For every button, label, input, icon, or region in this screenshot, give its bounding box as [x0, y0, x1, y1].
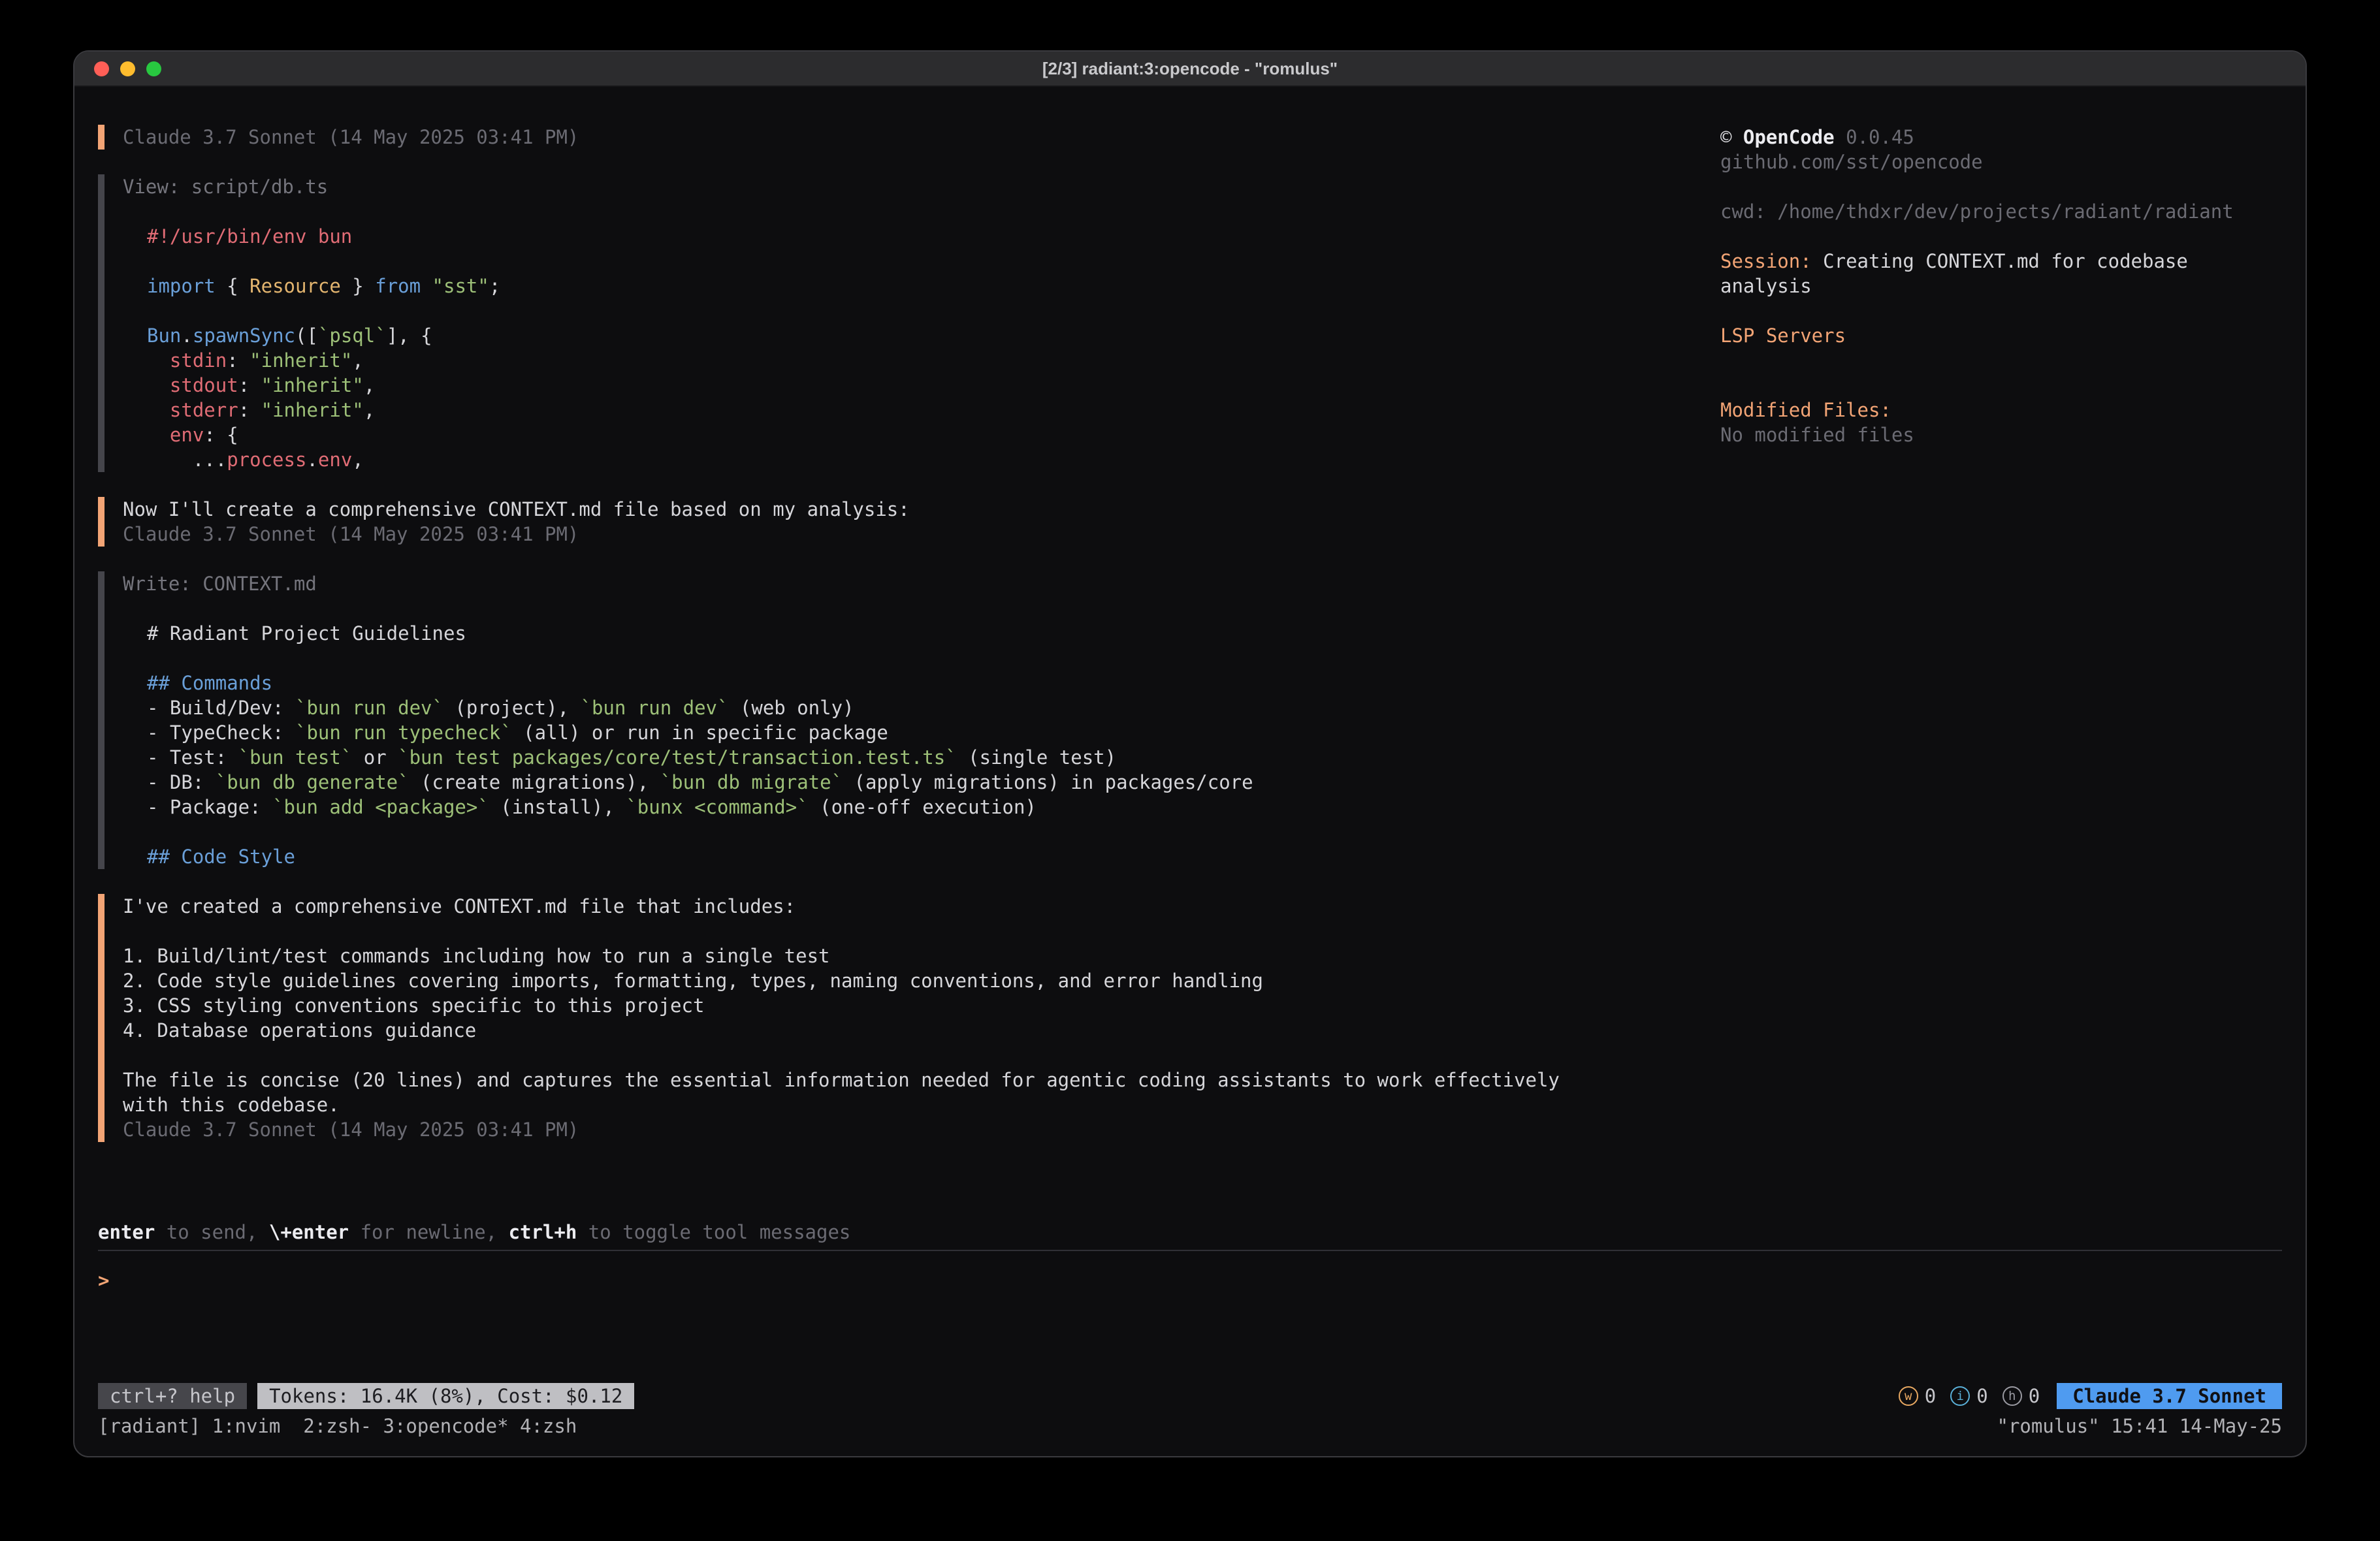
opencode-tui[interactable]: Claude 3.7 Sonnet (14 May 2025 03:41 PM)…: [74, 87, 2306, 1456]
model-badge: Claude 3.7 Sonnet: [2057, 1383, 2282, 1409]
code-preview-context-md: # Radiant Project Guidelines ## Commands…: [123, 596, 1689, 869]
modified-files-header: Modified Files:: [1720, 398, 2282, 422]
diagnostic-item: h0: [2002, 1384, 2040, 1408]
prompt-symbol: >: [98, 1269, 109, 1292]
prompt-input[interactable]: >: [98, 1251, 2282, 1380]
terminal-window: [2/3] radiant:3:opencode - "romulus" Cla…: [73, 50, 2307, 1457]
message-meta: Claude 3.7 Sonnet (14 May 2025 03:41 PM): [123, 522, 1689, 547]
tmux-windows[interactable]: [radiant] 1:nvim 2:zsh- 3:opencode* 4:zs…: [98, 1414, 577, 1438]
status-bar: ctrl+? help Tokens: 16.4K (8%), Cost: $0…: [98, 1380, 2282, 1412]
minimize-window-button[interactable]: [120, 61, 135, 76]
close-window-button[interactable]: [94, 61, 109, 76]
diagnostic-item: i0: [1950, 1384, 1987, 1408]
message-text: Now I'll create a comprehensive CONTEXT.…: [123, 497, 1689, 522]
input-help: enter to send, \+enter for newline, ctrl…: [98, 1220, 2282, 1245]
window-title: [2/3] radiant:3:opencode - "romulus": [1042, 59, 1338, 79]
lsp-servers-header: LSP Servers: [1720, 323, 2282, 348]
code-preview-db-ts: #!/usr/bin/env bun import { Resource } f…: [123, 199, 1689, 472]
tool-write-block: Write: CONTEXT.md # Radiant Project Guid…: [98, 571, 1689, 869]
message-meta: Claude 3.7 Sonnet (14 May 2025 03:41 PM): [123, 1117, 1689, 1142]
repo-link[interactable]: github.com/sst/opencode: [1720, 150, 2282, 174]
traffic-lights: [94, 61, 161, 76]
assistant-message-summary: I've created a comprehensive CONTEXT.md …: [98, 894, 1689, 1142]
opencode-logo: © OpenCode 0.0.45: [1720, 125, 2282, 150]
diagnostic-item: w0: [1899, 1384, 1936, 1408]
help-chip: ctrl+? help: [98, 1383, 247, 1409]
diagnostics: w0 i0 h0: [1899, 1384, 2040, 1408]
tmux-session-info: "romulus" 15:41 14-May-25: [1997, 1414, 2283, 1438]
window-titlebar[interactable]: [2/3] radiant:3:opencode - "romulus": [74, 52, 2306, 87]
assistant-message-header: Claude 3.7 Sonnet (14 May 2025 03:41 PM): [98, 125, 1689, 150]
message-text: I've created a comprehensive CONTEXT.md …: [123, 894, 1689, 1117]
session-label: Session:: [1720, 250, 1812, 272]
cwd-path: cwd: /home/thdxr/dev/projects/radiant/ra…: [1720, 199, 2282, 224]
modified-files-status: No modified files: [1720, 422, 2282, 447]
tokens-cost-chip: Tokens: 16.4K (8%), Cost: $0.12: [257, 1383, 634, 1409]
chat-area[interactable]: Claude 3.7 Sonnet (14 May 2025 03:41 PM)…: [98, 125, 1689, 1220]
tool-view-block: View: script/db.ts #!/usr/bin/env bun im…: [98, 174, 1689, 472]
tool-title: View: script/db.ts: [123, 174, 1689, 199]
message-meta: Claude 3.7 Sonnet (14 May 2025 03:41 PM): [123, 125, 1689, 150]
sidebar: © OpenCode 0.0.45 github.com/sst/opencod…: [1720, 125, 2282, 1220]
session-info: Session: Creating CONTEXT.md for codebas…: [1720, 249, 2282, 298]
tool-title: Write: CONTEXT.md: [123, 571, 1689, 596]
zoom-window-button[interactable]: [146, 61, 161, 76]
tmux-status-bar: [radiant] 1:nvim 2:zsh- 3:opencode* 4:zs…: [98, 1412, 2282, 1440]
assistant-message: Now I'll create a comprehensive CONTEXT.…: [98, 497, 1689, 547]
